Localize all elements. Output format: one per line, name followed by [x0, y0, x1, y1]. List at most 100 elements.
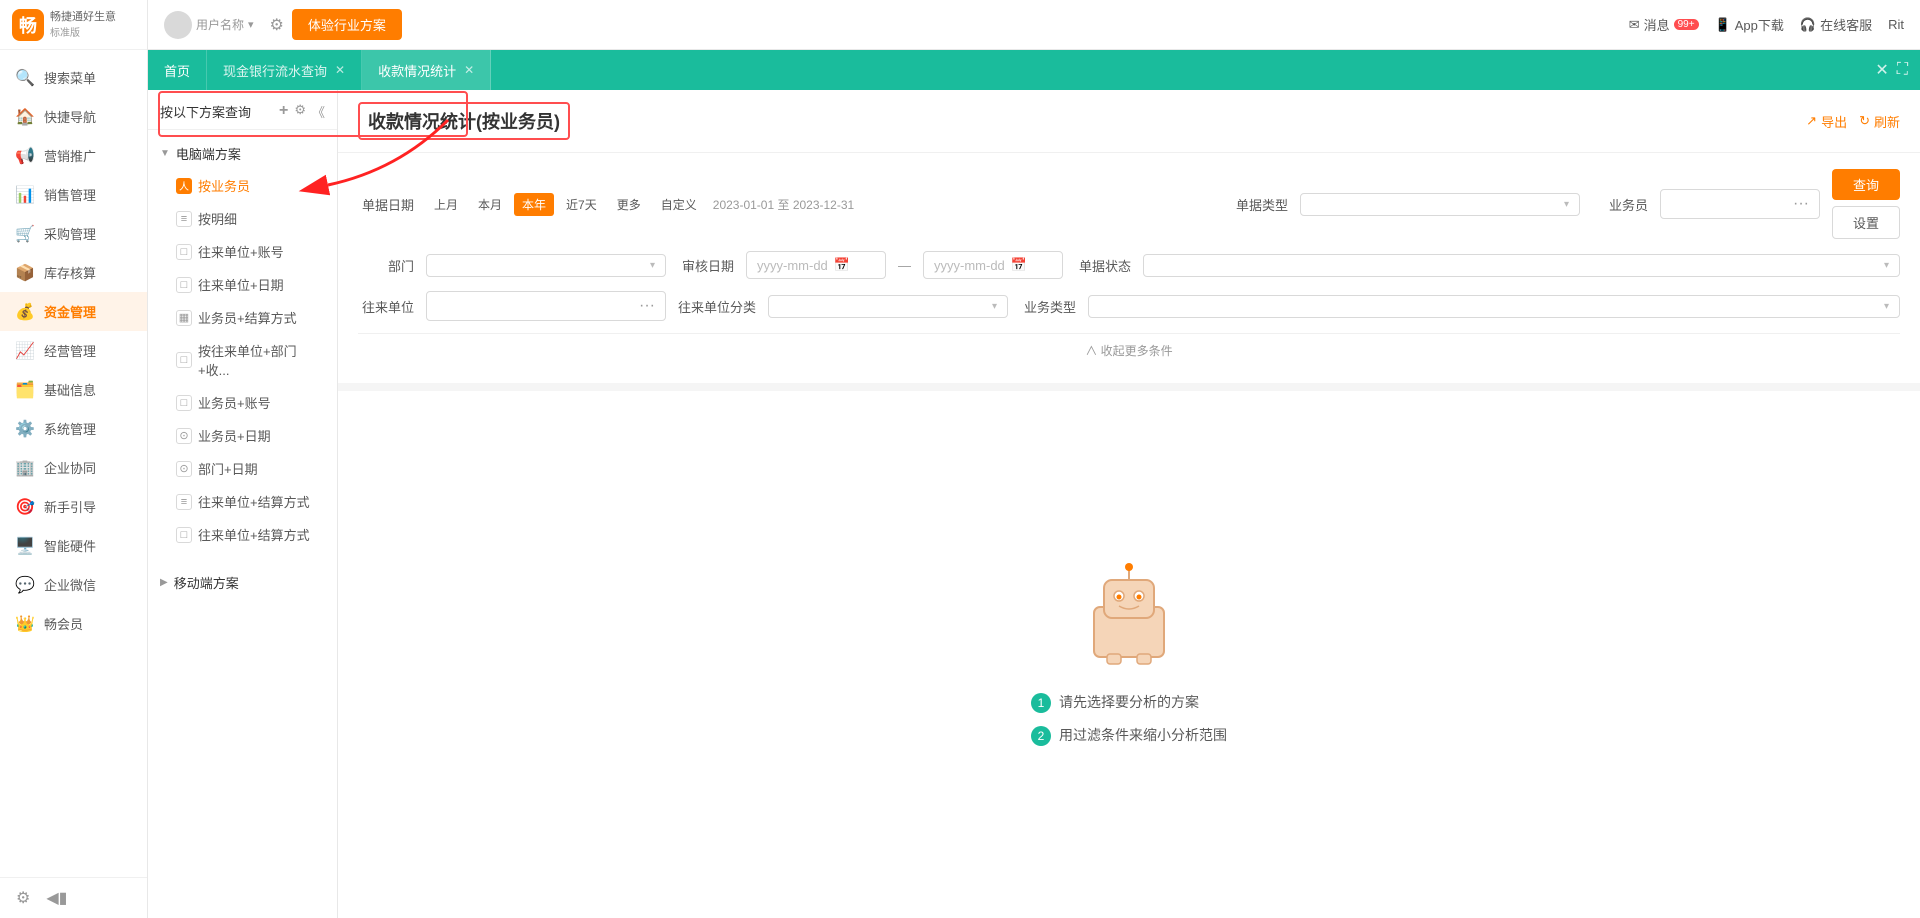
scheme-setting-icon[interactable]: ⚙ — [294, 102, 306, 121]
scheme-item-detail[interactable]: ≡ 按明细 — [148, 202, 337, 235]
sidebar-item-finance[interactable]: 💰 资金管理 — [0, 292, 147, 331]
topbar: 用户名称 ▾ ⚙ 体验行业方案 ✉ 消息 99+ 📱 App下载 🎧 在线客服 … — [148, 0, 1920, 50]
scheme-item-salesperson[interactable]: 人 按业务员 — [148, 169, 337, 202]
export-btn[interactable]: ↗ 导出 — [1806, 112, 1847, 131]
sidebar-item-operation[interactable]: 📈 经营管理 — [0, 331, 147, 370]
audit-date-start[interactable]: yyyy-mm-dd 📅 — [746, 251, 886, 279]
counterpart-dots-icon[interactable]: ··· — [639, 297, 655, 315]
online-service-btn[interactable]: 🎧 在线客服 — [1800, 15, 1872, 34]
home-icon: 🏠 — [16, 108, 34, 126]
counterpart-label: 往来单位 — [358, 297, 414, 316]
app-download-btn[interactable]: 📱 App下载 — [1715, 15, 1784, 34]
business-type-select[interactable]: ▾ — [1088, 295, 1900, 318]
scheme-item-unit-settlement2[interactable]: □ 往来单位+结算方式 — [148, 518, 337, 551]
sidebar-item-system[interactable]: ⚙️ 系统管理 — [0, 409, 147, 448]
sidebar-item-sales[interactable]: 📊 销售管理 — [0, 175, 147, 214]
topbar-user[interactable]: 用户名称 ▾ — [164, 11, 254, 39]
page-actions: ↗ 导出 ↻ 刷新 — [1806, 112, 1900, 131]
query-button[interactable]: 查询 — [1832, 169, 1900, 200]
refresh-btn[interactable]: ↻ 刷新 — [1859, 112, 1900, 131]
counterpart-select[interactable]: ··· — [426, 291, 666, 321]
scheme-collapse-icon[interactable]: 《 — [312, 102, 325, 121]
scheme-item-unit-date[interactable]: □ 往来单位+日期 — [148, 268, 337, 301]
scheme-item-unit-account[interactable]: □ 往来单位+账号 — [148, 235, 337, 268]
scheme-icon-unit-account: □ — [176, 244, 192, 260]
topbar-gear-icon[interactable]: ⚙ — [270, 15, 284, 35]
message-badge: 99+ — [1674, 19, 1699, 30]
tab-home[interactable]: 首页 — [148, 50, 207, 90]
group-arrow-down-icon: ▼ — [160, 148, 170, 159]
tab-bank-flow[interactable]: 现金银行流水查询 ✕ — [207, 50, 362, 90]
sidebar-item-newbie[interactable]: 🎯 新手引导 — [0, 487, 147, 526]
trial-btn[interactable]: 体验行业方案 — [292, 9, 402, 40]
sidebar-logo: 畅 畅捷通好生意 标准版 — [0, 0, 147, 50]
scheme-item-salesperson-settlement[interactable]: ▦ 业务员+结算方式 — [148, 301, 337, 334]
filter-row-3: 往来单位 ··· 往来单位分类 ▾ 业务类型 ▾ — [358, 291, 1900, 321]
sidebar-item-search[interactable]: 🔍 搜索菜单 — [0, 58, 147, 97]
filter-row-1: 单据日期 上月 本月 本年 近7天 更多 自定义 2023-01-01 至 20… — [358, 169, 1900, 239]
tab-close-collection-stats[interactable]: ✕ — [464, 63, 474, 77]
message-icon: ✉ — [1629, 17, 1640, 33]
step-num-1: 1 — [1031, 693, 1051, 713]
doc-status-label: 单据状态 — [1075, 256, 1131, 275]
tab-expand-icon[interactable]: ⛶ — [1897, 61, 1908, 79]
export-icon: ↗ — [1806, 113, 1817, 129]
sidebar-item-wechat[interactable]: 💬 企业微信 — [0, 565, 147, 604]
settings-footer-icon[interactable]: ⚙ — [16, 888, 30, 908]
scheme-icon-salesperson-date: ⊙ — [176, 428, 192, 444]
setting-button[interactable]: 设置 — [1832, 206, 1900, 239]
date-tab-more[interactable]: 更多 — [609, 193, 649, 216]
salesperson-dots-icon[interactable]: ··· — [1793, 195, 1809, 213]
tab-close-bank-flow[interactable]: ✕ — [335, 63, 345, 77]
scheme-item-unit-dept[interactable]: □ 按往来单位+部门+收... — [148, 334, 337, 386]
collapse-sidebar-icon[interactable]: ◀▮ — [46, 888, 67, 908]
scheme-item-dept-date[interactable]: ⊙ 部门+日期 — [148, 452, 337, 485]
member-icon: 👑 — [16, 615, 34, 633]
date-tab-last-month[interactable]: 上月 — [426, 193, 466, 216]
counterpart-category-select[interactable]: ▾ — [768, 295, 1008, 318]
date-tab-this-month[interactable]: 本月 — [470, 193, 510, 216]
scheme-item-salesperson-date[interactable]: ⊙ 业务员+日期 — [148, 419, 337, 452]
operation-icon: 📈 — [16, 342, 34, 360]
dept-label: 部门 — [358, 256, 414, 275]
scheme-icon-unit-date: □ — [176, 277, 192, 293]
sidebar-item-quick-nav[interactable]: 🏠 快捷导航 — [0, 97, 147, 136]
sales-icon: 📊 — [16, 186, 34, 204]
sidebar-item-smart-hw[interactable]: 🖥️ 智能硬件 — [0, 526, 147, 565]
basic-info-icon: 🗂️ — [16, 381, 34, 399]
tab-collection-stats[interactable]: 收款情况统计 ✕ — [362, 50, 491, 90]
date-tab-custom[interactable]: 自定义 — [653, 193, 705, 216]
marketing-icon: 📢 — [16, 147, 34, 165]
date-tabs: 上月 本月 本年 近7天 更多 自定义 2023-01-01 至 2023-12… — [426, 193, 854, 216]
salesperson-select[interactable]: ··· — [1660, 189, 1820, 219]
doc-status-select[interactable]: ▾ — [1143, 254, 1900, 277]
scheme-item-unit-settlement1[interactable]: ≡ 往来单位+结算方式 — [148, 485, 337, 518]
scheme-add-icon[interactable]: + — [279, 102, 288, 121]
sidebar-item-enterprise[interactable]: 🏢 企业协同 — [0, 448, 147, 487]
audit-date-label: 审核日期 — [678, 256, 734, 275]
audit-date-end[interactable]: yyyy-mm-dd 📅 — [923, 251, 1063, 279]
date-label: 单据日期 — [358, 195, 414, 214]
tabbar: 首页 现金银行流水查询 ✕ 收款情况统计 ✕ ✕ ⛶ — [148, 50, 1920, 90]
business-type-label: 业务类型 — [1020, 297, 1076, 316]
sidebar-item-member[interactable]: 👑 畅会员 — [0, 604, 147, 643]
smart-hw-icon: 🖥️ — [16, 537, 34, 555]
sidebar-item-inventory[interactable]: 📦 库存核算 — [0, 253, 147, 292]
sidebar-item-basic-info[interactable]: 🗂️ 基础信息 — [0, 370, 147, 409]
date-tab-7days[interactable]: 近7天 — [558, 193, 605, 216]
tab-close-all-icon[interactable]: ✕ — [1875, 60, 1888, 80]
doc-type-select[interactable]: ▾ — [1300, 193, 1580, 216]
scheme-mobile-header[interactable]: ▶ 移动端方案 — [148, 567, 337, 598]
dept-select[interactable]: ▾ — [426, 254, 666, 277]
sidebar-item-purchase[interactable]: 🛒 采购管理 — [0, 214, 147, 253]
sidebar-item-marketing[interactable]: 📢 营销推广 — [0, 136, 147, 175]
scheme-item-salesperson-account[interactable]: □ 业务员+账号 — [148, 386, 337, 419]
sidebar-nav: 🔍 搜索菜单 🏠 快捷导航 📢 营销推广 📊 销售管理 🛒 采购管理 📦 库存核… — [0, 50, 147, 877]
collapse-bar[interactable]: ∧ 收起更多条件 — [358, 333, 1900, 367]
counterpart-category-label: 往来单位分类 — [678, 297, 756, 316]
date-tab-this-year[interactable]: 本年 — [514, 193, 554, 216]
page-header: 收款情况统计(按业务员) ↗ 导出 ↻ 刷新 — [338, 90, 1920, 153]
message-btn[interactable]: ✉ 消息 99+ — [1629, 15, 1699, 34]
sidebar-footer: ⚙ ◀▮ — [0, 877, 147, 918]
scheme-desktop-header[interactable]: ▼ 电脑端方案 — [148, 138, 337, 169]
